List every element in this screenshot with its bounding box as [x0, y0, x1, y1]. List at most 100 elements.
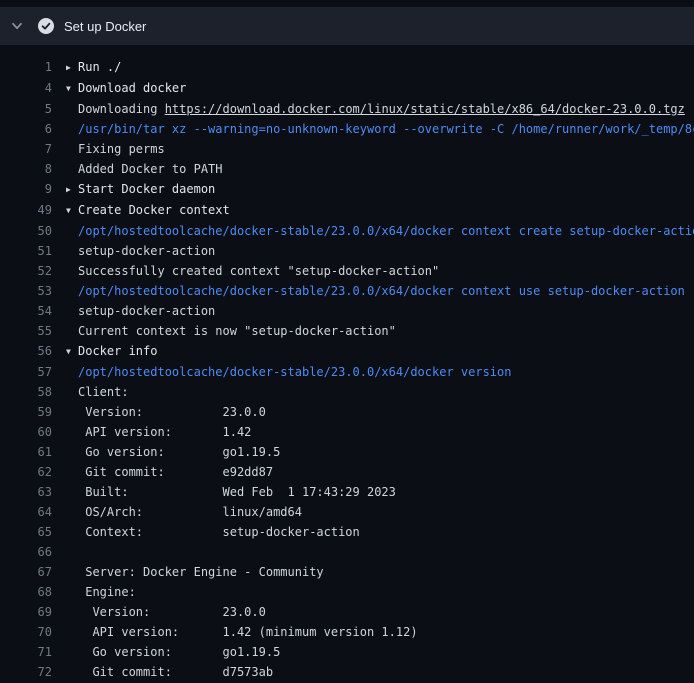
line-number[interactable]: 68	[0, 582, 52, 602]
log-line[interactable]: 1 ▶Run ./	[0, 57, 694, 78]
log-line: 71 Go version: go1.19.5	[0, 642, 694, 662]
chevron-right-icon[interactable]: ▶	[66, 58, 78, 78]
log-line: 5 Downloading https://download.docker.com…	[0, 99, 694, 119]
line-number[interactable]: 66	[0, 542, 52, 562]
line-number[interactable]: 1	[0, 57, 52, 78]
log-line[interactable]: 9 ▶Start Docker daemon	[0, 179, 694, 200]
log-text: /opt/hostedtoolcache/docker-stable/23.0.…	[78, 224, 694, 238]
log-text: Go version: go1.19.5	[78, 645, 280, 659]
log-line: 65 Context: setup-docker-action	[0, 522, 694, 542]
line-content: Version: 23.0.0	[66, 602, 266, 622]
line-number[interactable]: 53	[0, 281, 52, 301]
line-number[interactable]: 56	[0, 341, 52, 362]
line-number[interactable]: 72	[0, 662, 52, 682]
line-content: ▶Start Docker daemon	[66, 179, 215, 200]
line-content: API version: 1.42 (minimum version 1.12)	[66, 622, 418, 642]
log-text: Go version: go1.19.5	[78, 445, 280, 459]
log-text: Downloading	[78, 102, 165, 116]
line-content: /opt/hostedtoolcache/docker-stable/23.0.…	[66, 362, 511, 382]
log-text: Fixing perms	[78, 142, 165, 156]
line-number[interactable]: 62	[0, 462, 52, 482]
log-line[interactable]: 49 ▼Create Docker context	[0, 200, 694, 221]
line-number[interactable]: 7	[0, 139, 52, 159]
log-text: Engine:	[78, 585, 136, 599]
log-text: /usr/bin/tar xz --warning=no-unknown-key…	[78, 122, 694, 136]
log-text: Version: 23.0.0	[78, 405, 266, 419]
line-content: Fixing perms	[66, 139, 165, 159]
line-number[interactable]: 49	[0, 200, 52, 221]
line-content: Version: 23.0.0	[66, 402, 266, 422]
line-content: Added Docker to PATH	[66, 159, 223, 179]
log-text: Context: setup-docker-action	[78, 525, 360, 539]
line-content: ▼Create Docker context	[66, 200, 230, 221]
line-number[interactable]: 63	[0, 482, 52, 502]
log-text: Successfully created context "setup-dock…	[78, 264, 439, 278]
chevron-down-icon[interactable]: ▼	[66, 201, 78, 221]
log-text: Download docker	[78, 81, 186, 95]
line-number[interactable]: 65	[0, 522, 52, 542]
line-content: ▼Docker info	[66, 341, 157, 362]
line-number[interactable]: 57	[0, 362, 52, 382]
line-number[interactable]: 61	[0, 442, 52, 462]
log-line: 67 Server: Docker Engine - Community	[0, 562, 694, 582]
log-text: Server: Docker Engine - Community	[78, 565, 324, 579]
line-content: Git commit: d7573ab	[66, 662, 273, 682]
log-text: API version: 1.42	[78, 425, 251, 439]
line-content: Git commit: e92dd87	[66, 462, 273, 482]
line-content: Current context is now "setup-docker-act…	[66, 321, 396, 341]
line-content: ▼Download docker	[66, 78, 186, 99]
line-number[interactable]: 59	[0, 402, 52, 422]
log-line: 8 Added Docker to PATH	[0, 159, 694, 179]
log-line: 7 Fixing perms	[0, 139, 694, 159]
log-link[interactable]: https://download.docker.com/linux/static…	[165, 102, 685, 116]
line-number[interactable]: 69	[0, 602, 52, 622]
log-text: Client:	[78, 385, 129, 399]
chevron-down-icon[interactable]: ▼	[66, 79, 78, 99]
line-number[interactable]: 5	[0, 99, 52, 119]
log-text: Current context is now "setup-docker-act…	[78, 324, 396, 338]
log-line: 72 Git commit: d7573ab	[0, 662, 694, 682]
log-line: 50/opt/hostedtoolcache/docker-stable/23.…	[0, 221, 694, 241]
line-number[interactable]: 67	[0, 562, 52, 582]
log-line: 57/opt/hostedtoolcache/docker-stable/23.…	[0, 362, 694, 382]
log-text: setup-docker-action	[78, 244, 215, 258]
line-content: /usr/bin/tar xz --warning=no-unknown-key…	[66, 119, 694, 139]
line-content: Go version: go1.19.5	[66, 642, 280, 662]
line-content: setup-docker-action	[66, 301, 215, 321]
line-number[interactable]: 6	[0, 119, 52, 139]
line-content: Engine:	[66, 582, 136, 602]
chevron-right-icon[interactable]: ▶	[66, 180, 78, 200]
line-number[interactable]: 50	[0, 221, 52, 241]
line-number[interactable]: 8	[0, 159, 52, 179]
line-number[interactable]: 9	[0, 179, 52, 200]
line-number[interactable]: 52	[0, 261, 52, 281]
step-title: Set up Docker	[64, 19, 146, 34]
line-number[interactable]: 51	[0, 241, 52, 261]
chevron-down-icon[interactable]: ▼	[66, 342, 78, 362]
line-content: OS/Arch: linux/amd64	[66, 502, 302, 522]
log-text: Built: Wed Feb 1 17:43:29 2023	[78, 485, 396, 499]
line-content: ▶Run ./	[66, 57, 121, 78]
line-number[interactable]: 64	[0, 502, 52, 522]
log-text: Version: 23.0.0	[78, 605, 266, 619]
log-line: 55 Current context is now "setup-docker-a…	[0, 321, 694, 341]
chevron-down-icon[interactable]	[10, 19, 24, 33]
line-content: Client:	[66, 382, 129, 402]
line-number[interactable]: 60	[0, 422, 52, 442]
line-number[interactable]: 70	[0, 622, 52, 642]
log-line: 61 Go version: go1.19.5	[0, 442, 694, 462]
line-number[interactable]: 4	[0, 78, 52, 99]
log-line[interactable]: 4 ▼Download docker	[0, 78, 694, 99]
line-number[interactable]: 58	[0, 382, 52, 402]
line-number[interactable]: 54	[0, 301, 52, 321]
log-line: 64 OS/Arch: linux/amd64	[0, 502, 694, 522]
line-number[interactable]: 71	[0, 642, 52, 662]
log-line: 69 Version: 23.0.0	[0, 602, 694, 622]
line-content: Successfully created context "setup-dock…	[66, 261, 439, 281]
line-content: /opt/hostedtoolcache/docker-stable/23.0.…	[66, 281, 685, 301]
line-number[interactable]: 55	[0, 321, 52, 341]
log-line[interactable]: 56 ▼Docker info	[0, 341, 694, 362]
log-line: 51 setup-docker-action	[0, 241, 694, 261]
log-line: 66	[0, 542, 694, 562]
step-header[interactable]: Set up Docker	[0, 7, 694, 45]
